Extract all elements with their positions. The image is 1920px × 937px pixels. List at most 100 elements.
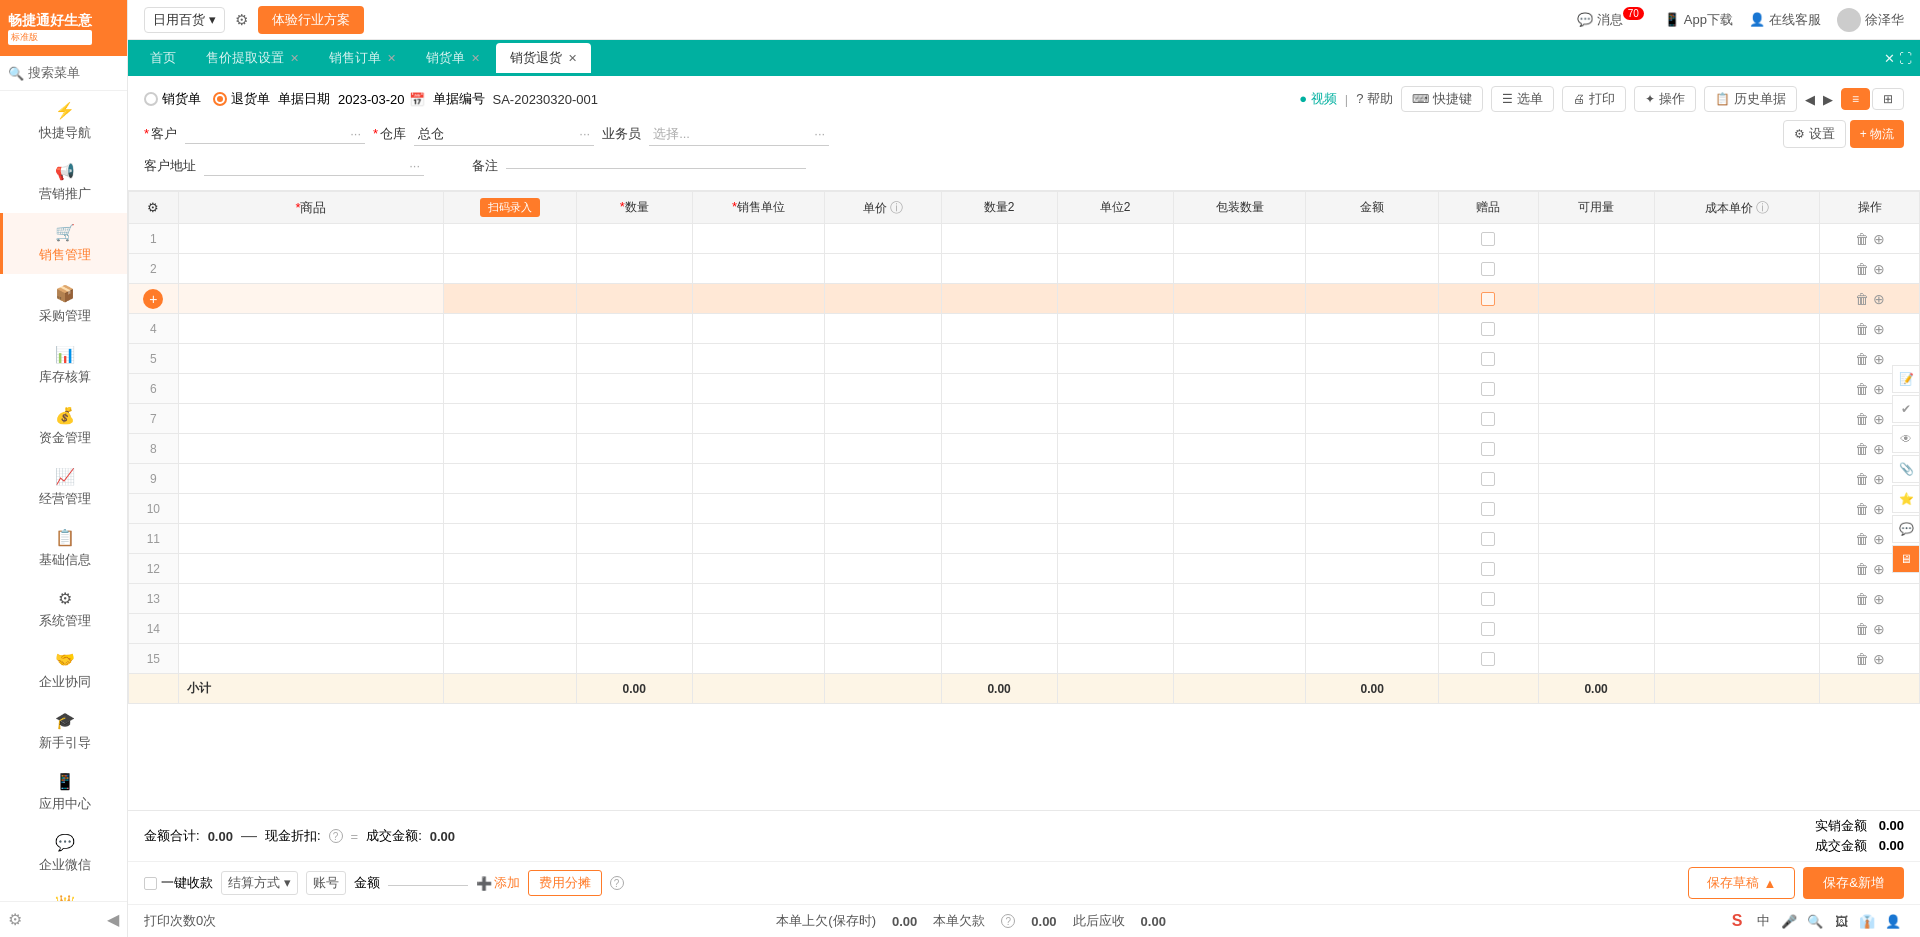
- settings-btn[interactable]: ⚙ 设置: [1783, 120, 1845, 148]
- copy-icon[interactable]: ⊕: [1873, 411, 1885, 427]
- sidebar-item-basic[interactable]: 📋 基础信息: [0, 518, 127, 579]
- strip-icon-s[interactable]: S: [1726, 910, 1748, 932]
- cost-info-icon[interactable]: ⓘ: [1756, 200, 1769, 215]
- qty-cell[interactable]: [576, 224, 692, 254]
- delete-icon[interactable]: 🗑: [1855, 561, 1869, 577]
- radio-return[interactable]: 退货单: [213, 90, 270, 108]
- right-icon-6[interactable]: 💬: [1892, 515, 1920, 543]
- delete-icon[interactable]: 🗑: [1855, 351, 1869, 367]
- topbar-gear-icon[interactable]: ⚙: [235, 11, 248, 29]
- sidebar-collapse-btn[interactable]: ◀: [107, 910, 119, 929]
- copy-icon[interactable]: ⊕: [1873, 531, 1885, 547]
- message-btn[interactable]: 💬 消息 70: [1577, 11, 1648, 29]
- th-settings[interactable]: ⚙: [129, 192, 179, 224]
- copy-icon[interactable]: ⊕: [1873, 621, 1885, 637]
- th-scan[interactable]: 扫码录入: [444, 192, 577, 224]
- price-cell[interactable]: [825, 224, 941, 254]
- history-btn[interactable]: 📋 历史单据: [1704, 86, 1797, 112]
- sidebar-item-quick-nav[interactable]: ⚡ 快捷导航: [0, 91, 127, 152]
- copy-icon[interactable]: ⊕: [1873, 651, 1885, 667]
- right-icon-3[interactable]: 👁: [1892, 425, 1920, 453]
- copy-icon[interactable]: ⊕: [1873, 591, 1885, 607]
- copy-icon[interactable]: ⊕: [1873, 261, 1885, 277]
- sidebar-item-apps[interactable]: 📱 应用中心: [0, 762, 127, 823]
- salesperson-field[interactable]: 选择... ···: [649, 123, 829, 146]
- copy-icon[interactable]: ⊕: [1873, 321, 1885, 337]
- sidebar-item-system[interactable]: ⚙ 系统管理: [0, 579, 127, 640]
- next-btn[interactable]: ▶: [1823, 92, 1833, 107]
- list-view-btn[interactable]: ≡: [1841, 88, 1870, 110]
- delete-icon[interactable]: 🗑: [1855, 501, 1869, 517]
- delete-icon[interactable]: 🗑: [1855, 621, 1869, 637]
- tab-price-extract-close[interactable]: ✕: [290, 52, 299, 65]
- print-btn[interactable]: 🖨 打印: [1562, 86, 1626, 112]
- tab-home[interactable]: 首页: [136, 43, 190, 73]
- sidebar-settings-btn[interactable]: ⚙: [8, 910, 22, 929]
- delete-icon[interactable]: 🗑: [1855, 591, 1869, 607]
- sidebar-item-guide[interactable]: 🎓 新手引导: [0, 701, 127, 762]
- delete-icon[interactable]: 🗑: [1855, 411, 1869, 427]
- product-cell[interactable]: [178, 224, 443, 254]
- operate-btn[interactable]: ✦ 操作: [1634, 86, 1696, 112]
- delete-icon[interactable]: 🗑: [1855, 441, 1869, 457]
- add-logistics-btn[interactable]: + 物流: [1850, 120, 1904, 148]
- question-icon[interactable]: ?: [329, 829, 343, 843]
- fee-question-icon[interactable]: ?: [610, 876, 624, 890]
- sidebar-item-enterprise[interactable]: 🤝 企业协同: [0, 640, 127, 701]
- right-icon-2[interactable]: ✔: [1892, 395, 1920, 423]
- fee-split-btn[interactable]: 费用分摊: [528, 870, 602, 896]
- tab-close-all[interactable]: ✕: [1884, 51, 1895, 66]
- right-icon-4[interactable]: 📎: [1892, 455, 1920, 483]
- date-field[interactable]: 2023-03-20 📅: [338, 92, 425, 107]
- tab-sales-order-close[interactable]: ✕: [387, 52, 396, 65]
- right-icon-5[interactable]: ⭐: [1892, 485, 1920, 513]
- right-icon-1[interactable]: 📝: [1892, 365, 1920, 393]
- strip-icon-shirt[interactable]: 👔: [1856, 910, 1878, 932]
- tab-sales-delivery[interactable]: 销货单 ✕: [412, 43, 494, 73]
- delete-icon[interactable]: 🗑: [1855, 291, 1869, 307]
- save-draft-btn[interactable]: 保存草稿 ▲: [1688, 867, 1795, 899]
- video-btn[interactable]: ● 视频: [1299, 90, 1336, 108]
- scan-btn[interactable]: 扫码录入: [480, 198, 540, 217]
- debit-question-icon[interactable]: ?: [1001, 914, 1015, 928]
- copy-icon[interactable]: ⊕: [1873, 231, 1885, 247]
- address-field[interactable]: ···: [204, 156, 424, 176]
- product-input[interactable]: [183, 291, 439, 306]
- strip-icon-search[interactable]: 🔍: [1804, 910, 1826, 932]
- sidebar-item-member[interactable]: 👑 畅会员: [0, 884, 127, 901]
- delete-icon[interactable]: 🗑: [1855, 321, 1869, 337]
- tab-sales-delivery-close[interactable]: ✕: [471, 52, 480, 65]
- app-download-btn[interactable]: 📱 App下载: [1664, 11, 1733, 29]
- copy-icon[interactable]: ⊕: [1873, 561, 1885, 577]
- delete-icon[interactable]: 🗑: [1855, 651, 1869, 667]
- sidebar-item-wechat[interactable]: 💬 企业微信: [0, 823, 127, 884]
- sidebar-item-purchase[interactable]: 📦 采购管理: [0, 274, 127, 335]
- card-view-btn[interactable]: ⊞: [1872, 88, 1904, 110]
- pack-qty-cell[interactable]: [1173, 224, 1306, 254]
- add-link[interactable]: ➕ 添加: [476, 874, 520, 892]
- copy-icon[interactable]: ⊕: [1873, 351, 1885, 367]
- tab-price-extract[interactable]: 售价提取设置 ✕: [192, 43, 313, 73]
- trial-btn[interactable]: 体验行业方案: [258, 6, 364, 34]
- strip-icon-person[interactable]: 👤: [1882, 910, 1904, 932]
- unit-cell[interactable]: [692, 224, 825, 254]
- copy-icon[interactable]: ⊕: [1873, 381, 1885, 397]
- settle-method-select[interactable]: 结算方式 ▾: [221, 871, 298, 895]
- account-select[interactable]: 账号: [306, 871, 346, 895]
- tab-sales-return-close[interactable]: ✕: [568, 52, 577, 65]
- tab-sales-order[interactable]: 销售订单 ✕: [315, 43, 410, 73]
- industry-select[interactable]: 日用百货 ▾: [144, 7, 225, 33]
- sidebar-item-finance[interactable]: 💰 资金管理: [0, 396, 127, 457]
- tab-sales-return[interactable]: 销货退货 ✕: [496, 43, 591, 73]
- sidebar-item-sales[interactable]: 🛒 销售管理: [0, 213, 127, 274]
- radio-delivery[interactable]: 销货单: [144, 90, 201, 108]
- amount-cell[interactable]: [1306, 224, 1439, 254]
- delete-icon[interactable]: 🗑: [1855, 231, 1869, 247]
- delete-icon[interactable]: 🗑: [1855, 381, 1869, 397]
- tab-expand[interactable]: ⛶: [1899, 51, 1912, 66]
- strip-icon-mic[interactable]: 🎤: [1778, 910, 1800, 932]
- delete-icon[interactable]: 🗑: [1855, 471, 1869, 487]
- add-row-btn[interactable]: +: [143, 289, 163, 309]
- delete-icon[interactable]: 🗑: [1855, 261, 1869, 277]
- amount-input[interactable]: [388, 881, 468, 886]
